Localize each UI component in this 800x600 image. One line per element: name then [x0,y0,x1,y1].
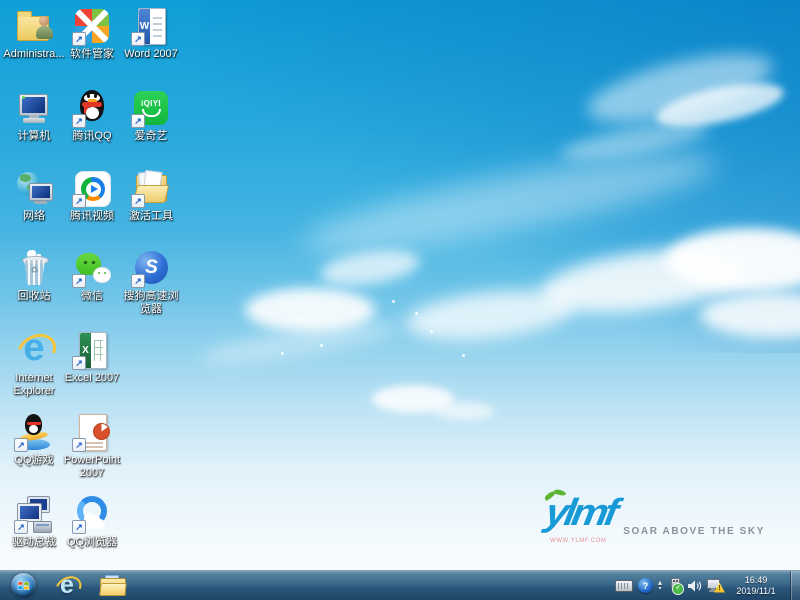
icon-label: 腾讯视频 [70,210,114,223]
safely-remove-hardware-icon[interactable]: ✓ [667,578,682,593]
qq-penguin-icon: ↗ [72,88,112,128]
icon-label: PowerPoint 2007 [60,454,124,480]
ylmf-logo-text: ylmf [542,491,618,534]
internet-explorer-icon: e [54,573,80,599]
icon-label: Word 2007 [124,48,178,61]
taskbar-explorer-button[interactable] [94,572,132,600]
folder-icon: ↗ [131,168,171,208]
folder-icon [100,575,126,596]
windows-orb-icon [11,573,36,598]
help-tray-icon[interactable]: ? [638,578,653,593]
driver-tool-icon: ↗ [14,494,54,534]
icon-label: 微信 [81,290,103,303]
shortcut-arrow-icon: ↗ [131,194,145,208]
shortcut-arrow-icon: ↗ [72,194,86,208]
desktop-icon-qq-browser[interactable]: ↗ QQ浏览器 [60,494,124,549]
icon-label: 激活工具 [129,210,173,223]
network-status-icon[interactable]: ! [707,579,724,593]
excel-icon: X ↗ [72,330,112,370]
desktop-icon-word-2007[interactable]: W ↗ Word 2007 [119,6,183,61]
word-icon: W ↗ [131,6,171,46]
tencent-video-icon: ↗ [72,168,112,208]
windows-desktop-screen: ylmf WWW.YLMF.COM SOAR ABOVE THE SKY Adm… [0,0,800,600]
icon-label: QQ游戏 [14,454,53,467]
desktop-icon-software-manager[interactable]: ↗ 软件管家 [60,6,124,61]
shortcut-arrow-icon: ↗ [131,32,145,46]
ylmf-watermark: ylmf WWW.YLMF.COM SOAR ABOVE THE SKY [540,497,765,551]
desktop-icon-qq-games[interactable]: ↗ QQ游戏 [2,412,66,467]
icon-label: 网络 [23,210,45,223]
desktop-icon-excel-2007[interactable]: X ↗ Excel 2007 [60,330,124,385]
desktop-icon-activation-tools[interactable]: ↗ 激活工具 [119,168,183,223]
shortcut-arrow-icon: ↗ [72,32,86,46]
taskbar-internet-explorer-button[interactable]: e [48,572,86,600]
start-button[interactable] [6,572,40,600]
qq-games-icon: ↗ [14,412,54,452]
software-manager-icon: ↗ [72,6,112,46]
internet-explorer-icon: e [14,330,54,370]
input-language-icon[interactable] [615,580,633,592]
sky-gradient-overlay [200,0,800,353]
desktop-icon-tencent-qq[interactable]: ↗ 腾讯QQ [60,88,124,143]
ylmf-url-text: WWW.YLMF.COM [550,538,607,544]
icon-label: 爱奇艺 [135,130,168,143]
icon-label: 回收站 [18,290,51,303]
powerpoint-icon: ↗ [72,412,112,452]
icon-label: Internet Explorer [2,372,66,398]
desktop-icon-computer[interactable]: 计算机 [2,88,66,143]
desktop-icon-internet-explorer[interactable]: e Internet Explorer [2,330,66,398]
qq-browser-icon: ↗ [72,494,112,534]
shortcut-arrow-icon: ↗ [131,274,145,288]
desktop-icon-tencent-video[interactable]: ↗ 腾讯视频 [60,168,124,223]
shortcut-arrow-icon: ↗ [72,520,86,534]
shortcut-arrow-icon: ↗ [14,520,28,534]
sogou-browser-icon: S ↗ [131,248,171,288]
icon-label: QQ浏览器 [67,536,117,549]
show-desktop-button[interactable] [790,571,800,600]
check-icon: ✓ [672,583,684,595]
icon-label: 驱动总裁 [12,536,56,549]
shortcut-arrow-icon: ↗ [72,114,86,128]
show-hidden-icons-button[interactable]: ▴ ▾ [658,579,662,593]
icon-label: 搜狗高速浏览器 [119,290,183,316]
desktop-icon-network[interactable]: 网络 [2,168,66,223]
shortcut-arrow-icon: ↗ [131,114,145,128]
ylmf-tagline: SOAR ABOVE THE SKY [623,526,765,537]
desktop-icon-wechat[interactable]: ↗ 微信 [60,248,124,303]
recycle-bin-icon: ♻ [14,248,54,288]
chevron-down-icon: ▾ [658,586,661,593]
desktop-icon-powerpoint-2007[interactable]: ↗ PowerPoint 2007 [60,412,124,480]
desktop-icon-sogou-browser[interactable]: S ↗ 搜狗高速浏览器 [119,248,183,316]
shortcut-arrow-icon: ↗ [72,438,86,452]
icon-label: 计算机 [18,130,51,143]
desktop-icon-administrator-folder[interactable]: Administra... [2,6,66,61]
user-folder-icon [14,6,54,46]
system-tray: ? ▴ ▾ ✓ ! 16:49 2019 [610,571,800,600]
icon-label: 软件管家 [70,48,114,61]
icon-label: Administra... [3,48,64,61]
network-icon [14,168,54,208]
volume-icon[interactable] [687,579,702,593]
shortcut-arrow-icon: ↗ [72,274,86,288]
clock-time: 16:49 [729,575,783,586]
desktop-icon-recycle-bin[interactable]: ♻ 回收站 [2,248,66,303]
iqiyi-icon: iQIYI ↗ [131,88,171,128]
desktop-icon-iqiyi[interactable]: iQIYI ↗ 爱奇艺 [119,88,183,143]
windows-flag-icon [17,579,30,592]
clock-date: 2019/11/1 [729,586,783,597]
computer-icon [14,88,54,128]
chevron-up-icon: ▴ [658,579,662,586]
wechat-icon: ↗ [72,248,112,288]
desktop-icon-drvceo[interactable]: ↗ 驱动总裁 [2,494,66,549]
desktop-wallpaper[interactable]: ylmf WWW.YLMF.COM SOAR ABOVE THE SKY Adm… [0,0,800,570]
icon-label: 腾讯QQ [72,130,111,143]
shortcut-arrow-icon: ↗ [72,356,86,370]
shortcut-arrow-icon: ↗ [14,438,28,452]
taskbar: e ? ▴ ▾ ✓ [0,570,800,600]
icon-label: Excel 2007 [65,372,119,385]
taskbar-clock[interactable]: 16:49 2019/11/1 [729,575,783,597]
